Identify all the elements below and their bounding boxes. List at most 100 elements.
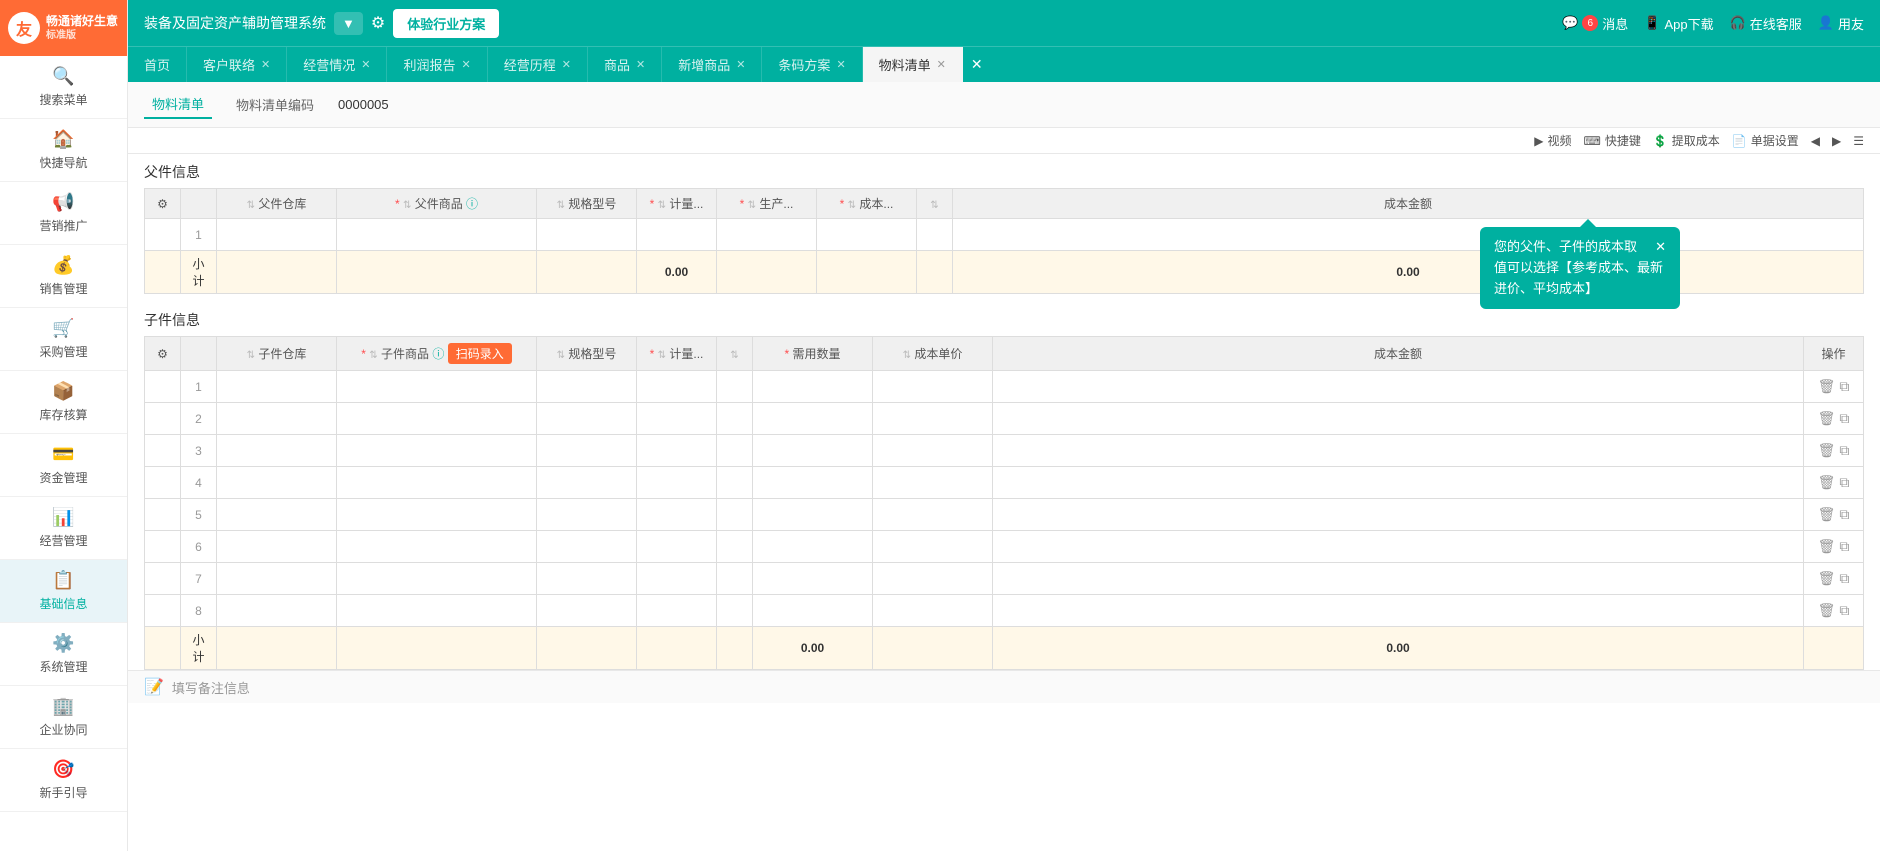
- child-row-spec[interactable]: [537, 467, 637, 499]
- tab-bom-close[interactable]: ✕: [937, 58, 946, 71]
- tab-bom[interactable]: 物料清单 ✕: [863, 47, 963, 82]
- toolbar-shortcut[interactable]: ⌨ 快捷键: [1583, 132, 1640, 149]
- child-row-spec[interactable]: [537, 563, 637, 595]
- child-row-warehouse[interactable]: [217, 467, 337, 499]
- child-row-goods[interactable]: [337, 467, 537, 499]
- sidebar-item-sales[interactable]: 💰 销售管理: [0, 245, 127, 308]
- copy-row-icon[interactable]: ⧉: [1839, 506, 1849, 523]
- child-row-qty[interactable]: [753, 467, 873, 499]
- copy-row-icon[interactable]: ⧉: [1839, 410, 1849, 427]
- child-row-warehouse[interactable]: [217, 371, 337, 403]
- online-service-button[interactable]: 🎧 在线客服: [1730, 14, 1802, 33]
- delete-row-icon[interactable]: 🗑: [1818, 570, 1836, 587]
- parent-row-spec[interactable]: [537, 219, 637, 251]
- child-row-cost-unit[interactable]: [873, 531, 993, 563]
- delete-row-icon[interactable]: 🗑: [1818, 538, 1836, 555]
- child-row-goods[interactable]: [337, 435, 537, 467]
- settings-icon[interactable]: ⚙: [371, 13, 385, 33]
- sidebar-item-purchase[interactable]: 🛒 采购管理: [0, 308, 127, 371]
- toolbar-view[interactable]: ▶ 视频: [1534, 132, 1571, 149]
- app-download-button[interactable]: 📱 App下载: [1644, 14, 1713, 33]
- child-row-measure[interactable]: [637, 403, 717, 435]
- copy-row-icon[interactable]: ⧉: [1839, 538, 1849, 555]
- copy-row-icon[interactable]: ⧉: [1839, 378, 1849, 395]
- delete-row-icon[interactable]: 🗑: [1818, 442, 1836, 459]
- tab-history[interactable]: 经营历程 ✕: [488, 47, 588, 82]
- tab-goods-close[interactable]: ✕: [636, 58, 645, 71]
- child-row-goods[interactable]: [337, 595, 537, 627]
- child-row-warehouse[interactable]: [217, 403, 337, 435]
- toolbar-nav-next[interactable]: ▶: [1832, 134, 1841, 148]
- child-row-qty[interactable]: [753, 595, 873, 627]
- note-placeholder[interactable]: 填写备注信息: [172, 678, 250, 697]
- sidebar-item-system[interactable]: ⚙️ 系统管理: [0, 623, 127, 686]
- child-row-measure[interactable]: [637, 467, 717, 499]
- child-row-measure[interactable]: [637, 371, 717, 403]
- child-row-cost-unit[interactable]: [873, 563, 993, 595]
- child-row-measure[interactable]: [637, 531, 717, 563]
- tab-new-goods[interactable]: 新增商品 ✕: [662, 47, 762, 82]
- child-row-qty[interactable]: [753, 563, 873, 595]
- tab-customer-close[interactable]: ✕: [261, 58, 270, 71]
- message-button[interactable]: 💬 6 消息: [1562, 14, 1628, 33]
- child-row-qty[interactable]: [753, 435, 873, 467]
- child-row-measure[interactable]: [637, 563, 717, 595]
- tab-operation-close[interactable]: ✕: [361, 58, 370, 71]
- sidebar-item-guide[interactable]: 🎯 新手引导: [0, 749, 127, 812]
- toolbar-single-settings[interactable]: 📄 单据设置: [1732, 132, 1799, 149]
- sidebar-item-quick-nav[interactable]: 🏠 快捷导航: [0, 119, 127, 182]
- close-all-tabs[interactable]: ✕: [963, 48, 991, 81]
- child-row-qty[interactable]: [753, 499, 873, 531]
- sidebar-item-inventory[interactable]: 📦 库存核算: [0, 371, 127, 434]
- child-row-warehouse[interactable]: [217, 563, 337, 595]
- scan-button[interactable]: 扫码录入: [448, 343, 512, 364]
- copy-row-icon[interactable]: ⧉: [1839, 570, 1849, 587]
- tab-goods[interactable]: 商品 ✕: [588, 47, 662, 82]
- parent-row-measure[interactable]: [637, 219, 717, 251]
- form-tab-bom[interactable]: 物料清单: [144, 90, 212, 119]
- child-row-spec[interactable]: [537, 403, 637, 435]
- copy-row-icon[interactable]: ⧉: [1839, 442, 1849, 459]
- delete-row-icon[interactable]: 🗑: [1818, 378, 1836, 395]
- tab-history-close[interactable]: ✕: [562, 58, 571, 71]
- tab-barcode-close[interactable]: ✕: [836, 58, 845, 71]
- tab-operation[interactable]: 经营情况 ✕: [287, 47, 387, 82]
- child-row-qty[interactable]: [753, 531, 873, 563]
- tab-barcode[interactable]: 条码方案 ✕: [762, 47, 862, 82]
- toolbar-extract-cost[interactable]: 💲 提取成本: [1653, 132, 1720, 149]
- child-row-cost-unit[interactable]: [873, 595, 993, 627]
- trial-button[interactable]: 体验行业方案: [393, 9, 499, 38]
- sidebar-item-enterprise[interactable]: 🏢 企业协同: [0, 686, 127, 749]
- child-row-measure[interactable]: [637, 499, 717, 531]
- tab-home[interactable]: 首页: [128, 47, 187, 82]
- parent-row-production[interactable]: [717, 219, 817, 251]
- child-row-goods[interactable]: [337, 563, 537, 595]
- delete-row-icon[interactable]: 🗑: [1818, 602, 1836, 619]
- system-dropdown[interactable]: ▼: [334, 12, 363, 35]
- child-row-warehouse[interactable]: [217, 435, 337, 467]
- child-row-cost-unit[interactable]: [873, 499, 993, 531]
- child-row-cost-unit[interactable]: [873, 371, 993, 403]
- child-row-cost-unit[interactable]: [873, 403, 993, 435]
- tab-new-goods-close[interactable]: ✕: [736, 58, 745, 71]
- child-row-goods[interactable]: [337, 531, 537, 563]
- child-row-cost-unit[interactable]: [873, 467, 993, 499]
- child-row-goods[interactable]: [337, 371, 537, 403]
- toolbar-grid-view[interactable]: ☰: [1853, 134, 1864, 148]
- child-row-measure[interactable]: [637, 435, 717, 467]
- user-avatar[interactable]: 👤 用友: [1818, 14, 1864, 33]
- sidebar-item-marketing[interactable]: 📢 营销推广: [0, 182, 127, 245]
- sidebar-item-operation[interactable]: 📊 经营管理: [0, 497, 127, 560]
- delete-row-icon[interactable]: 🗑: [1818, 474, 1836, 491]
- child-row-warehouse[interactable]: [217, 499, 337, 531]
- child-row-measure[interactable]: [637, 595, 717, 627]
- child-row-spec[interactable]: [537, 371, 637, 403]
- child-row-cost-unit[interactable]: [873, 435, 993, 467]
- copy-row-icon[interactable]: ⧉: [1839, 474, 1849, 491]
- child-row-spec[interactable]: [537, 499, 637, 531]
- child-row-spec[interactable]: [537, 531, 637, 563]
- sidebar-item-search[interactable]: 🔍 搜索菜单: [0, 56, 127, 119]
- child-row-spec[interactable]: [537, 595, 637, 627]
- child-row-spec[interactable]: [537, 435, 637, 467]
- parent-row-warehouse[interactable]: [217, 219, 337, 251]
